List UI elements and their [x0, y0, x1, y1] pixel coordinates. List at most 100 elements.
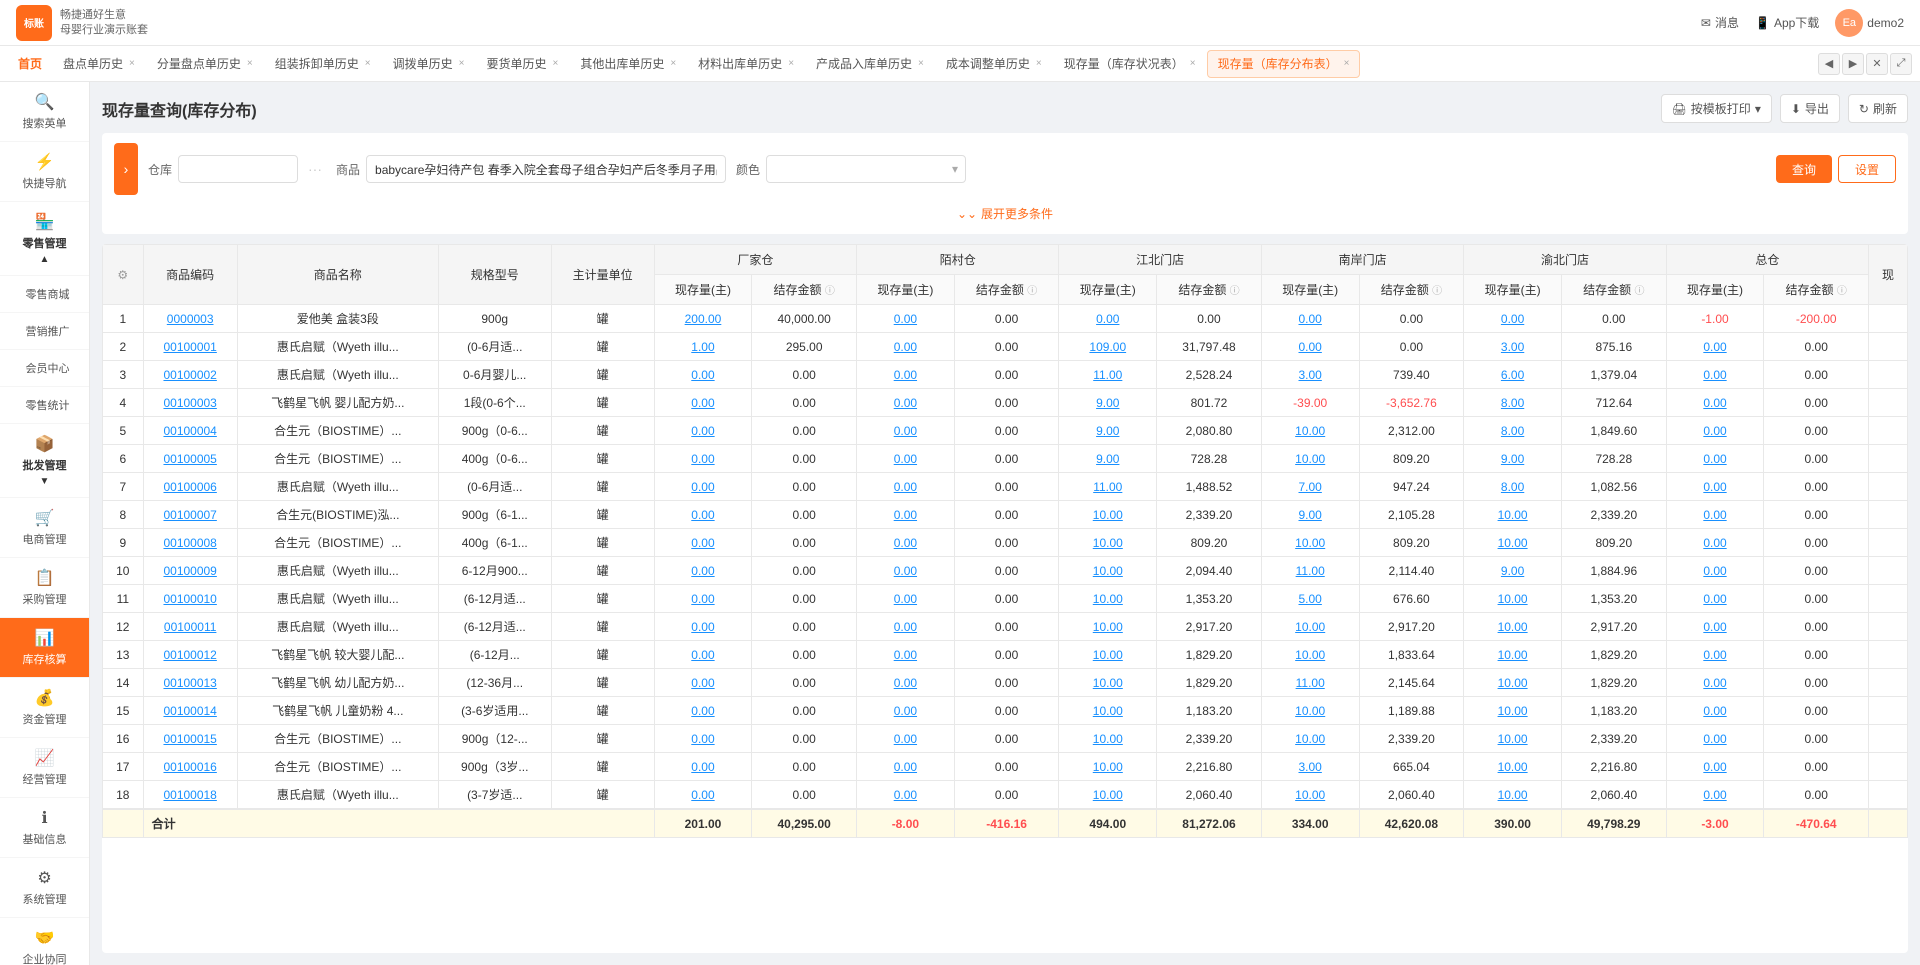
tab-stock-dist[interactable]: 现存量（库存分布表） ×: [1207, 50, 1361, 78]
tab-material-out[interactable]: 材料出库单历史 ×: [687, 50, 805, 78]
info-icon[interactable]: ⓘ: [1837, 286, 1847, 297]
sidebar-item-retail-stats[interactable]: 零售统计: [0, 387, 89, 424]
nav-expand-btn[interactable]: ⤢: [1890, 53, 1912, 75]
app-download-btn[interactable]: 📱 App下载: [1755, 14, 1819, 31]
tab-label: 调拨单历史: [393, 55, 453, 72]
sidebar-item-operation[interactable]: 📈 经营管理: [0, 738, 89, 798]
print-btn[interactable]: 🖨 按模板打印 ▾: [1661, 94, 1772, 123]
close-icon[interactable]: ×: [670, 58, 676, 69]
cell-changj-amt: 0.00: [752, 389, 857, 417]
info-icon[interactable]: ⓘ: [1432, 286, 1442, 297]
cell-changj-amt: 0.00: [752, 445, 857, 473]
tab-assembly[interactable]: 组装拆卸单历史 ×: [264, 50, 382, 78]
close-icon[interactable]: ×: [918, 58, 924, 69]
cell-yubei-qty: 10.00: [1464, 529, 1562, 557]
app-label: App下载: [1774, 14, 1819, 31]
cell-yubei-amt: 2,339.20: [1561, 725, 1666, 753]
page-actions: 🖨 按模板打印 ▾ ⬇ 导出 ↻ 刷新: [1661, 94, 1908, 123]
sidebar-item-retail-shop[interactable]: 零售商城: [0, 276, 89, 313]
cell-no: 17: [103, 753, 144, 781]
cell-nanan-amt: 2,312.00: [1359, 417, 1464, 445]
nav-next-btn[interactable]: ▶: [1842, 53, 1864, 75]
expand-collapse-btn[interactable]: ›: [114, 143, 138, 195]
sidebar-label: 零售管理: [23, 235, 67, 251]
tab-transfer[interactable]: 调拨单历史 ×: [382, 50, 476, 78]
info-icon[interactable]: ⓘ: [1634, 286, 1644, 297]
tab-outbound[interactable]: 其他出库单历史 ×: [569, 50, 687, 78]
close-icon[interactable]: ×: [552, 58, 558, 69]
cell-unit: 罐: [551, 529, 654, 557]
info-icon[interactable]: ⓘ: [1027, 286, 1037, 297]
col-nanan-amt: 结存金额 ⓘ: [1359, 275, 1464, 305]
close-icon[interactable]: ×: [129, 58, 135, 69]
table-row: 6 00100005 合生元（BIOSTIME）... 400g（0-6... …: [103, 445, 1908, 473]
user-area[interactable]: Ea demo2: [1835, 9, 1904, 37]
col-changj-header: 厂家仓: [654, 245, 856, 275]
sidebar-item-member[interactable]: 会员中心: [0, 350, 89, 387]
collab-icon: 🤝: [35, 928, 55, 948]
sidebar-item-search[interactable]: 🔍 搜索英单: [0, 82, 89, 142]
settings-btn[interactable]: 设置: [1838, 155, 1896, 183]
export-btn[interactable]: ⬇ 导出: [1780, 94, 1840, 123]
close-icon[interactable]: ×: [247, 58, 253, 69]
cell-nanan-amt: 809.20: [1359, 445, 1464, 473]
tab-split-check[interactable]: 分量盘点单历史 ×: [146, 50, 264, 78]
cell-total-qty: 0.00: [1666, 389, 1764, 417]
warehouse-input[interactable]: [178, 155, 298, 183]
product-input[interactable]: [366, 155, 726, 183]
info-icon[interactable]: ⓘ: [1230, 286, 1240, 297]
sidebar-item-system[interactable]: ⚙ 系统管理: [0, 858, 89, 918]
cell-name: 合生元（BIOSTIME）...: [237, 445, 438, 473]
finance-icon: 💰: [35, 688, 55, 708]
expand-more-btn[interactable]: ⌄⌄ 展开更多条件: [114, 203, 1896, 224]
close-icon[interactable]: ×: [459, 58, 465, 69]
cell-mucun-qty: 0.00: [857, 613, 955, 641]
refresh-btn[interactable]: ↻ 刷新: [1848, 94, 1908, 123]
warehouse-dots-btn[interactable]: ···: [304, 161, 326, 177]
top-bar: 标账 畅捷通好生意 母婴行业演示账套 ✉ 消息 📱 App下载 Ea demo2: [0, 0, 1920, 46]
col-settings[interactable]: ⚙: [103, 245, 144, 305]
cell-name: 飞鹤星飞帆 婴儿配方奶...: [237, 389, 438, 417]
message-btn[interactable]: ✉ 消息: [1701, 14, 1739, 31]
tab-home[interactable]: 首页: [8, 50, 52, 78]
close-icon[interactable]: ×: [788, 58, 794, 69]
sidebar-item-finance[interactable]: 💰 资金管理: [0, 678, 89, 738]
cell-nanan-qty: 5.00: [1261, 585, 1359, 613]
summary-changj-qty: 201.00: [654, 809, 752, 838]
sidebar-item-info[interactable]: ℹ 基础信息: [0, 798, 89, 858]
cell-nanan-qty: 10.00: [1261, 445, 1359, 473]
close-icon[interactable]: ×: [1344, 58, 1350, 69]
info-icon[interactable]: ⓘ: [825, 286, 835, 297]
nav-close-all-btn[interactable]: ✕: [1866, 53, 1888, 75]
cell-yubei-qty: 8.00: [1464, 417, 1562, 445]
cell-unit: 罐: [551, 445, 654, 473]
settings-gear-icon[interactable]: ⚙: [117, 268, 128, 282]
query-btn[interactable]: 查询: [1776, 155, 1832, 183]
nav-prev-btn[interactable]: ◀: [1818, 53, 1840, 75]
expand-more-label: 展开更多条件: [981, 205, 1053, 222]
sidebar-item-collab[interactable]: 🤝 企业协同: [0, 918, 89, 965]
cell-spec: (3-7岁适...: [438, 781, 551, 810]
close-icon[interactable]: ×: [1190, 58, 1196, 69]
sidebar-item-ecommerce[interactable]: 🛒 电商管理: [0, 498, 89, 558]
sidebar-item-nav[interactable]: ⚡ 快捷导航: [0, 142, 89, 202]
close-icon[interactable]: ×: [365, 58, 371, 69]
tab-product-in[interactable]: 产成品入库单历史 ×: [805, 50, 935, 78]
sidebar-item-wholesale[interactable]: 📦 批发管理 ▼: [0, 424, 89, 498]
summary-mucun-amt: -416.16: [954, 809, 1059, 838]
cell-total-amt: 0.00: [1764, 585, 1869, 613]
tab-order[interactable]: 要货单历史 ×: [475, 50, 569, 78]
close-icon[interactable]: ×: [1036, 58, 1042, 69]
color-input[interactable]: [766, 155, 966, 183]
sidebar-item-inventory[interactable]: 📊 库存核算: [0, 618, 89, 678]
cell-yubei-qty: 10.00: [1464, 669, 1562, 697]
tab-cost-adjust[interactable]: 成本调整单历史 ×: [935, 50, 1053, 78]
sidebar-item-marketing[interactable]: 营销推广: [0, 313, 89, 350]
sidebar-item-purchase[interactable]: 📋 采购管理: [0, 558, 89, 618]
cell-changj-qty: 0.00: [654, 557, 752, 585]
sidebar-item-retail[interactable]: 🏪 零售管理 ▲: [0, 202, 89, 276]
tab-stock-status[interactable]: 现存量（库存状况表） ×: [1053, 50, 1207, 78]
col-changj-qty: 现存量(主): [654, 275, 752, 305]
tab-inventory-check[interactable]: 盘点单历史 ×: [52, 50, 146, 78]
cell-extra: [1869, 753, 1908, 781]
